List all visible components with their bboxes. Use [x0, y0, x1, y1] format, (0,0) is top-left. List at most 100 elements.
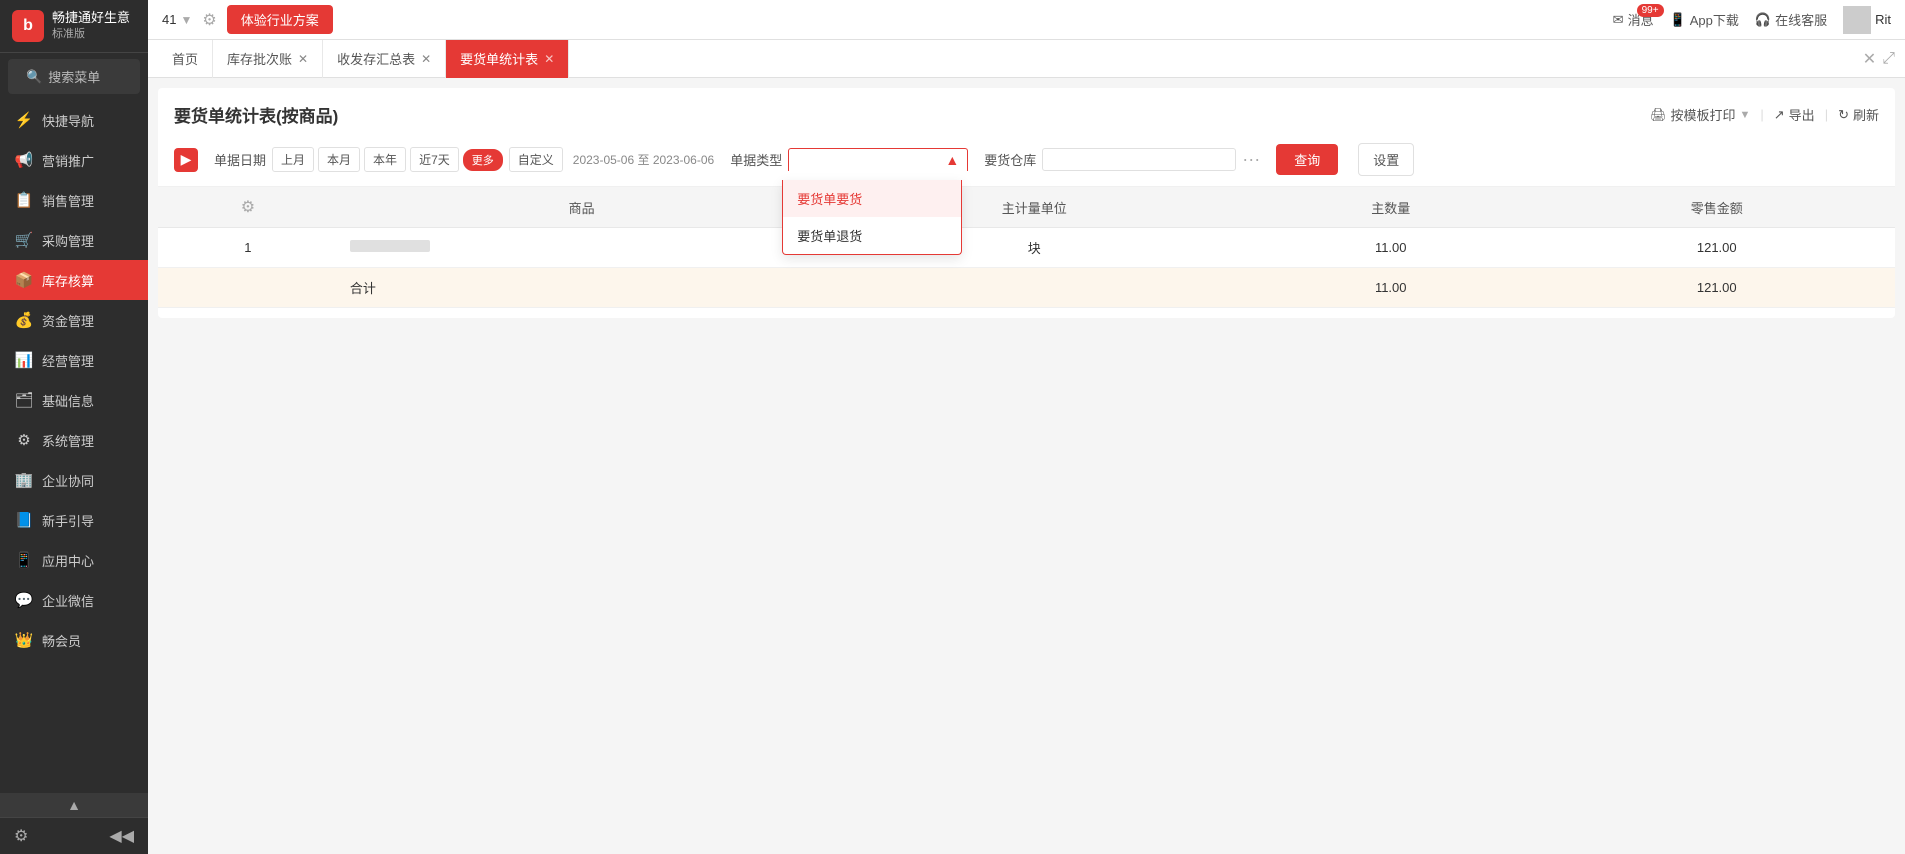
sidebar-item-label: 库存核算: [42, 271, 94, 290]
sidebar-item-inventory[interactable]: 📦 库存核算: [0, 260, 148, 300]
type-dropdown-menu: 要货单要货 要货单退货: [782, 180, 962, 255]
sidebar-item-basic-info[interactable]: 🗂 基础信息: [0, 380, 148, 420]
tab-receive-close[interactable]: ✕: [421, 52, 431, 66]
row-qty: 11.00: [1243, 228, 1539, 268]
sidebar-item-label: 新手引导: [42, 511, 94, 530]
topbar-message[interactable]: ✉ 消息 99+: [1613, 10, 1654, 29]
print-template-btn[interactable]: 🖨 按模板打印 ▼: [1650, 105, 1750, 124]
sidebar-scroll-up[interactable]: ▲: [0, 793, 148, 817]
table-container: ⚙ 商品 主计量单位 主数量 零售金额 1: [158, 187, 1895, 318]
topbar: 41 ▼ ⚙ 体验行业方案 ✉ 消息 99+ 📱 App下载 🎧 在线客服 R: [148, 0, 1905, 40]
topbar-online-service[interactable]: 🎧 在线客服: [1755, 10, 1827, 29]
print-icon: 🖨: [1650, 107, 1667, 123]
store-dropdown-icon[interactable]: ▼: [180, 13, 192, 27]
date-btn-last-month[interactable]: 上月: [272, 147, 314, 172]
tab-expand[interactable]: ⤢: [1882, 49, 1895, 69]
sidebar-item-quick-nav[interactable]: ⚡ 快捷导航: [0, 100, 148, 140]
refresh-icon: ↻: [1838, 107, 1849, 123]
topbar-app-download[interactable]: 📱 App下载: [1670, 10, 1739, 29]
footer-qty: 11.00: [1243, 268, 1539, 308]
sidebar-item-label: 企业协同: [42, 471, 94, 490]
date-btn-more[interactable]: 更多: [463, 149, 503, 171]
query-btn[interactable]: 查询: [1276, 144, 1338, 175]
sidebar-item-label: 快捷导航: [42, 111, 94, 130]
sidebar-item-label: 系统管理: [42, 431, 94, 450]
dropdown-item-order-return[interactable]: 要货单退货: [783, 217, 961, 254]
sidebar-item-vip[interactable]: 👑 畅会员: [0, 620, 148, 660]
filter-settings-btn[interactable]: 设置: [1358, 143, 1414, 176]
app-icon: 📱: [1670, 12, 1686, 28]
tab-batch-close[interactable]: ✕: [298, 52, 308, 66]
export-icon: ↗: [1774, 107, 1785, 123]
date-btn-7days[interactable]: 近7天: [410, 147, 459, 172]
date-btn-this-month[interactable]: 本月: [318, 147, 360, 172]
app-center-icon: 📱: [14, 550, 34, 570]
sidebar-item-purchase[interactable]: 🛒 采购管理: [0, 220, 148, 260]
sidebar-search-label: 搜索菜单: [48, 67, 100, 86]
tab-receive-summary[interactable]: 收发存汇总表 ✕: [323, 40, 446, 78]
user-name: Rit: [1875, 12, 1891, 27]
filter-type-select[interactable]: ▲: [788, 148, 968, 171]
date-range-display: 2023-05-06 至 2023-06-06: [573, 151, 714, 168]
warehouse-input[interactable]: [1051, 152, 1227, 167]
filter-expand-btn[interactable]: ▶: [174, 148, 198, 172]
chevron-up-icon[interactable]: ▲: [945, 152, 959, 168]
type-input[interactable]: [797, 153, 941, 168]
system-icon: ⚙: [14, 430, 34, 450]
industry-btn[interactable]: 体验行业方案: [227, 5, 333, 34]
table-footer-row: 合计 11.00 121.00: [158, 268, 1895, 308]
filter-more-btn[interactable]: ···: [1242, 149, 1260, 170]
export-btn[interactable]: ↗ 导出: [1774, 105, 1815, 124]
filter-type-group: 单据类型 ▲ 要货单要货 要货单退货: [730, 148, 968, 171]
sidebar-item-system[interactable]: ⚙ 系统管理: [0, 420, 148, 460]
sidebar-item-sales[interactable]: 📋 销售管理: [0, 180, 148, 220]
tab-order-stats[interactable]: 要货单统计表 ✕: [446, 40, 569, 78]
app-logo-text: 畅捷通好生意 标准版: [52, 10, 130, 41]
table-row: 1 块 11.00 121.00: [158, 228, 1895, 268]
tabbar-actions: ✕ ⤢: [1863, 49, 1895, 69]
app-logo-icon: b: [12, 10, 44, 42]
sidebar-item-label: 销售管理: [42, 191, 94, 210]
topbar-store[interactable]: 41 ▼: [162, 12, 192, 27]
sidebar-item-guide[interactable]: 📘 新手引导: [0, 500, 148, 540]
table-header-row: ⚙ 商品 主计量单位 主数量 零售金额: [158, 187, 1895, 228]
table-col-product: 商品: [338, 187, 826, 228]
vip-icon: 👑: [14, 630, 34, 650]
filter-warehouse-select[interactable]: [1042, 148, 1236, 171]
sidebar-bottom: ⚙ ◀◀: [0, 817, 148, 854]
sidebar-item-marketing[interactable]: 📢 营销推广: [0, 140, 148, 180]
tab-close-all[interactable]: ✕: [1863, 49, 1876, 69]
product-name-placeholder: [350, 240, 430, 252]
topbar-settings-icon[interactable]: ⚙: [202, 10, 216, 30]
sidebar-item-app-center[interactable]: 📱 应用中心: [0, 540, 148, 580]
type-label: 单据类型: [730, 150, 782, 169]
sidebar-item-operations[interactable]: 📊 经营管理: [0, 340, 148, 380]
sidebar-item-label: 采购管理: [42, 231, 94, 250]
table-col-qty: 主数量: [1243, 187, 1539, 228]
refresh-btn[interactable]: ↻ 刷新: [1838, 105, 1879, 124]
date-custom-btn[interactable]: 自定义: [509, 147, 563, 172]
dropdown-item-order-goods[interactable]: 要货单要货: [783, 180, 961, 217]
sidebar-item-enterprise[interactable]: 🏢 企业协同: [0, 460, 148, 500]
tab-batch-account[interactable]: 库存批次账 ✕: [213, 40, 323, 78]
service-icon: 🎧: [1755, 12, 1771, 28]
date-btn-this-year[interactable]: 本年: [364, 147, 406, 172]
row-amount: 121.00: [1538, 228, 1895, 268]
footer-label: 合计: [338, 268, 826, 308]
row-product: [338, 228, 826, 268]
collapse-icon[interactable]: ◀◀: [109, 826, 134, 846]
store-name: 41: [162, 12, 176, 27]
settings-icon[interactable]: ⚙: [14, 826, 28, 846]
sidebar-item-finance[interactable]: 💰 资金管理: [0, 300, 148, 340]
sidebar-search[interactable]: 🔍 搜索菜单: [8, 59, 140, 94]
tab-home[interactable]: 首页: [158, 40, 213, 78]
service-label: 在线客服: [1775, 10, 1827, 29]
basic-info-icon: 🗂: [14, 390, 34, 410]
page-actions: 🖨 按模板打印 ▼ | ↗ 导出 | ↻ 刷新: [1650, 105, 1879, 124]
user-avatar[interactable]: Rit: [1843, 6, 1891, 34]
table-col-settings[interactable]: ⚙: [158, 187, 338, 228]
sidebar-item-wechat[interactable]: 💬 企业微信: [0, 580, 148, 620]
page-title: 要货单统计表(按商品): [174, 102, 338, 127]
message-badge: 99+: [1637, 4, 1664, 17]
tab-order-close[interactable]: ✕: [544, 52, 554, 66]
